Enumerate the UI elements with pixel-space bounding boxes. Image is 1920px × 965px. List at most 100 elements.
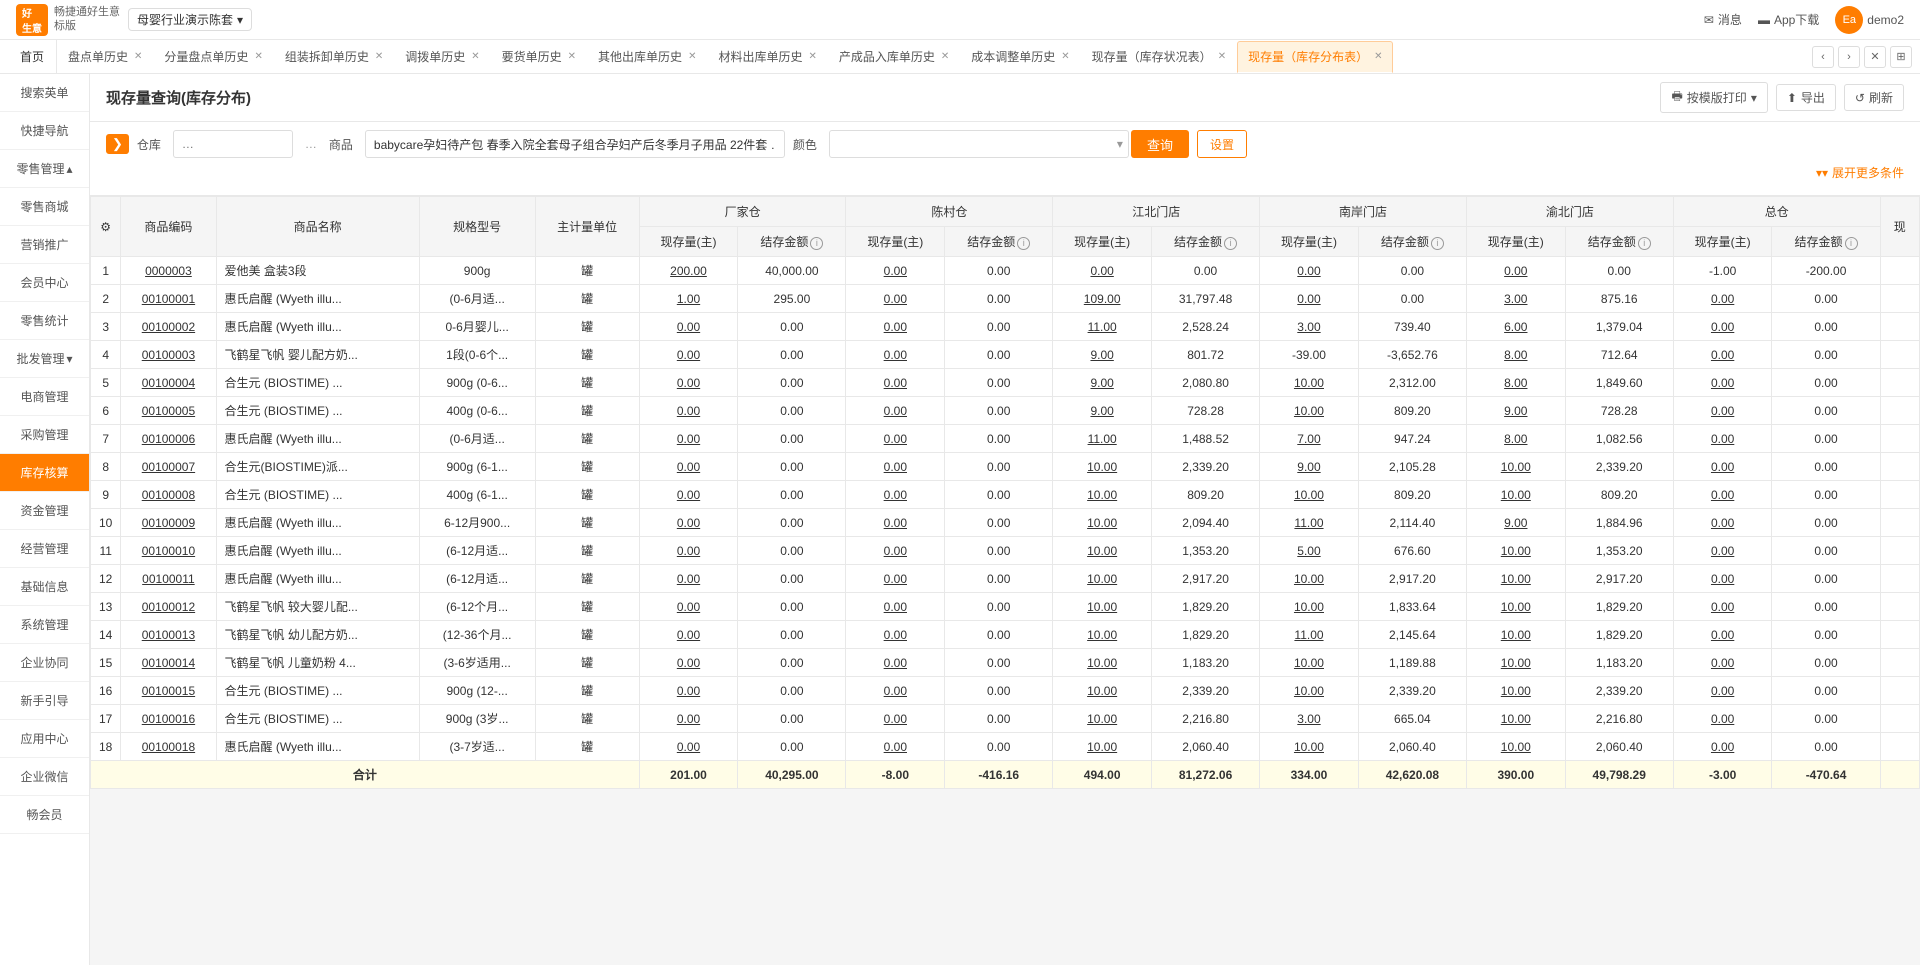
info-icon-jiajia[interactable]: i — [810, 237, 823, 250]
sidebar-item-wholesale[interactable]: 批发管理 ▾ — [0, 340, 89, 378]
cell-qty-2[interactable]: 10.00 — [1053, 677, 1152, 705]
cell-qty-4[interactable]: 10.00 — [1466, 649, 1565, 677]
sidebar-item-finance[interactable]: 资金管理 — [0, 492, 89, 530]
message-btn[interactable]: ✉ 消息 — [1704, 11, 1742, 28]
tab-close-chengpinru[interactable]: ✕ — [941, 51, 949, 62]
tab-close-pandian[interactable]: ✕ — [134, 51, 142, 62]
goods-input[interactable] — [365, 130, 785, 158]
cell-qty-2[interactable]: 10.00 — [1053, 565, 1152, 593]
cell-qty-2[interactable]: 109.00 — [1053, 285, 1152, 313]
cell-qty-5[interactable]: 0.00 — [1673, 285, 1772, 313]
cell-qty-5[interactable]: 0.00 — [1673, 313, 1772, 341]
cell-code[interactable]: 0000003 — [121, 257, 216, 285]
cell-qty-0[interactable]: 0.00 — [639, 705, 738, 733]
cell-code[interactable]: 00100013 — [121, 621, 216, 649]
cell-qty-4[interactable]: 0.00 — [1466, 257, 1565, 285]
tab-fenpandian[interactable]: 分量盘点单历史 ✕ — [153, 41, 273, 73]
tab-close-chengben[interactable]: ✕ — [1061, 51, 1069, 62]
cell-qty-2[interactable]: 9.00 — [1053, 369, 1152, 397]
cell-qty-5[interactable]: 0.00 — [1673, 705, 1772, 733]
refresh-btn[interactable]: ↺ 刷新 — [1844, 84, 1904, 111]
cell-qty-0[interactable]: 0.00 — [639, 649, 738, 677]
info-icon-nanan[interactable]: i — [1431, 237, 1444, 250]
tab-close-zuchezhe[interactable]: ✕ — [375, 51, 383, 62]
sidebar-item-inventory[interactable]: 库存核算 — [0, 454, 89, 492]
cell-qty-4[interactable]: 10.00 — [1466, 537, 1565, 565]
tab-prev-btn[interactable]: ‹ — [1812, 46, 1834, 68]
cell-qty-4[interactable]: 10.00 — [1466, 593, 1565, 621]
tab-cailiaochu[interactable]: 材料出库单历史 ✕ — [707, 41, 827, 73]
cell-qty-2[interactable]: 10.00 — [1053, 453, 1152, 481]
cell-qty-1[interactable]: 0.00 — [846, 453, 945, 481]
cell-qty-1[interactable]: 0.00 — [846, 397, 945, 425]
sidebar-item-retail-mgmt[interactable]: 零售管理 ▴ — [0, 150, 89, 188]
sidebar-item-system[interactable]: 系统管理 — [0, 606, 89, 644]
tab-diaobodian[interactable]: 调拨单历史 ✕ — [394, 41, 490, 73]
setting-btn[interactable]: 设置 — [1197, 130, 1247, 158]
cell-qty-0[interactable]: 0.00 — [639, 397, 738, 425]
sidebar-item-basic[interactable]: 基础信息 — [0, 568, 89, 606]
cell-qty-5[interactable]: 0.00 — [1673, 425, 1772, 453]
tab-close-cailiaochu[interactable]: ✕ — [808, 51, 816, 62]
cell-qty-1[interactable]: 0.00 — [846, 285, 945, 313]
cell-qty-5[interactable]: 0.00 — [1673, 621, 1772, 649]
cell-qty-1[interactable]: 0.00 — [846, 621, 945, 649]
cell-qty-0[interactable]: 0.00 — [639, 677, 738, 705]
cell-qty-4[interactable]: 10.00 — [1466, 621, 1565, 649]
cell-qty-0[interactable]: 0.00 — [639, 621, 738, 649]
cell-code[interactable]: 00100005 — [121, 397, 216, 425]
cell-code[interactable]: 00100012 — [121, 593, 216, 621]
cell-qty-4[interactable]: 10.00 — [1466, 733, 1565, 761]
cell-qty-2[interactable]: 0.00 — [1053, 257, 1152, 285]
cell-qty-0[interactable]: 200.00 — [639, 257, 738, 285]
cell-qty-1[interactable]: 0.00 — [846, 537, 945, 565]
cell-qty-1[interactable]: 0.00 — [846, 341, 945, 369]
cell-code[interactable]: 00100011 — [121, 565, 216, 593]
tab-home[interactable]: 首页 — [8, 40, 57, 74]
cell-qty-5[interactable]: 0.00 — [1673, 593, 1772, 621]
cell-qty-5[interactable]: 0.00 — [1673, 369, 1772, 397]
cell-qty-5[interactable]: 0.00 — [1673, 397, 1772, 425]
cell-qty-4[interactable]: 10.00 — [1466, 565, 1565, 593]
tab-chengpinru[interactable]: 产成品入库单历史 ✕ — [828, 41, 960, 73]
cell-qty-2[interactable]: 10.00 — [1053, 705, 1152, 733]
cell-code[interactable]: 00100008 — [121, 481, 216, 509]
cell-code[interactable]: 00100007 — [121, 453, 216, 481]
cell-qty-0[interactable]: 0.00 — [639, 509, 738, 537]
user-area[interactable]: Ea demo2 — [1835, 6, 1904, 34]
cell-qty-1[interactable]: 0.00 — [846, 369, 945, 397]
cell-qty-3[interactable]: 10.00 — [1260, 593, 1359, 621]
cell-qty-3[interactable]: 10.00 — [1260, 481, 1359, 509]
cell-qty-5[interactable]: 0.00 — [1673, 481, 1772, 509]
cell-qty-5[interactable]: 0.00 — [1673, 453, 1772, 481]
cell-qty-3[interactable]: 3.00 — [1260, 705, 1359, 733]
color-input[interactable] — [829, 130, 1129, 158]
app-download-btn[interactable]: ▬ App下载 — [1758, 11, 1819, 28]
tab-expand-btn[interactable]: ⊞ — [1890, 46, 1912, 68]
tab-qitachu[interactable]: 其他出库单历史 ✕ — [587, 41, 707, 73]
cell-qty-2[interactable]: 11.00 — [1053, 313, 1152, 341]
cell-qty-2[interactable]: 10.00 — [1053, 649, 1152, 677]
cell-qty-3[interactable]: 10.00 — [1260, 565, 1359, 593]
cell-qty-0[interactable]: 0.00 — [639, 537, 738, 565]
cell-qty-2[interactable]: 9.00 — [1053, 397, 1152, 425]
sidebar-item-purchase[interactable]: 采购管理 — [0, 416, 89, 454]
cell-qty-5[interactable]: 0.00 — [1673, 733, 1772, 761]
sidebar-item-cooperation[interactable]: 企业协同 — [0, 644, 89, 682]
cell-qty-4[interactable]: 6.00 — [1466, 313, 1565, 341]
cell-qty-3[interactable]: 5.00 — [1260, 537, 1359, 565]
cell-qty-1[interactable]: 0.00 — [846, 313, 945, 341]
cell-qty-2[interactable]: 10.00 — [1053, 593, 1152, 621]
cell-qty-5[interactable]: -1.00 — [1673, 257, 1772, 285]
cell-qty-1[interactable]: 0.00 — [846, 509, 945, 537]
tab-close-kucunfenbu[interactable]: ✕ — [1374, 51, 1382, 62]
cell-qty-5[interactable]: 0.00 — [1673, 537, 1772, 565]
cell-qty-2[interactable]: 10.00 — [1053, 621, 1152, 649]
cell-qty-4[interactable]: 8.00 — [1466, 369, 1565, 397]
cell-qty-4[interactable]: 10.00 — [1466, 705, 1565, 733]
cell-qty-5[interactable]: 0.00 — [1673, 341, 1772, 369]
cell-qty-0[interactable]: 0.00 — [639, 593, 738, 621]
cell-qty-3[interactable]: 11.00 — [1260, 509, 1359, 537]
sidebar-item-nav[interactable]: 快捷导航 — [0, 112, 89, 150]
cell-qty-1[interactable]: 0.00 — [846, 425, 945, 453]
